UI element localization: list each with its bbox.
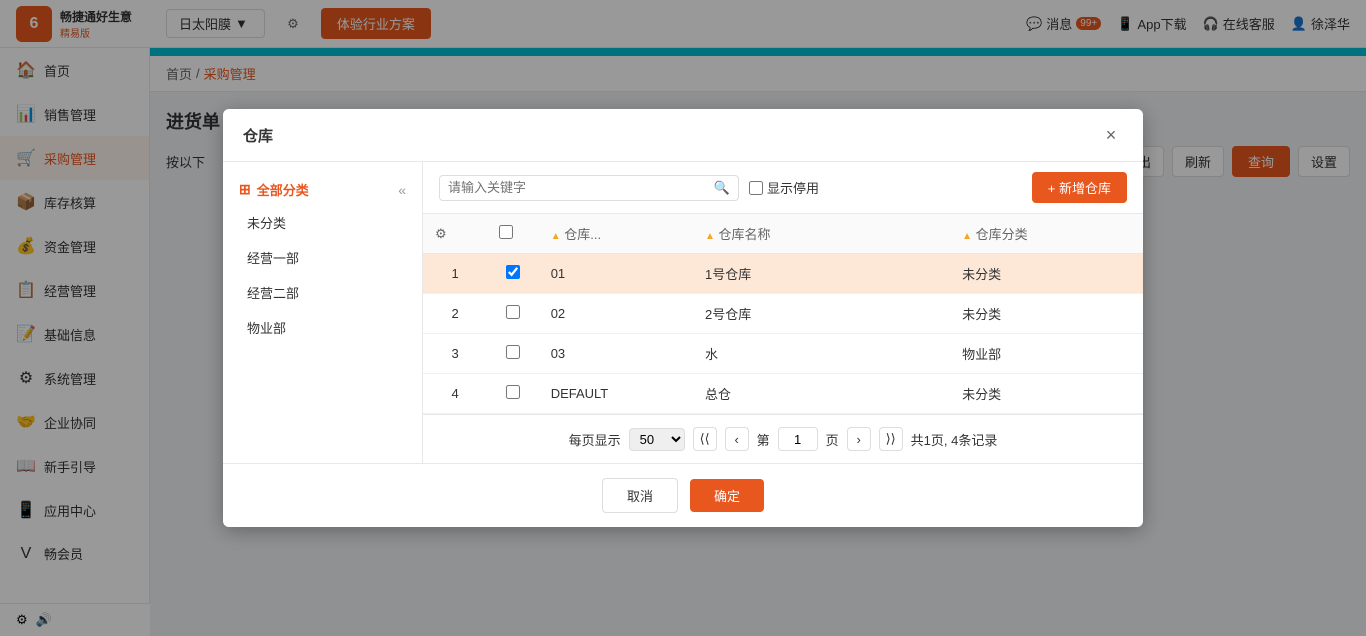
th-name: ▲ 仓库名称 <box>693 214 950 254</box>
dialog-body: ⊞ 全部分类 « 未分类经营一部经营二部物业部 🔍 <box>223 162 1143 463</box>
table-row[interactable]: 2 02 2号仓库 未分类 <box>423 294 1143 334</box>
row-settings: 2 <box>423 294 487 334</box>
row-checkbox[interactable] <box>506 345 520 359</box>
table-body: 1 01 1号仓库 未分类 2 02 2号仓库 未分类 3 03 水 物业部 4 <box>423 254 1143 414</box>
row-check <box>487 254 538 294</box>
row-check <box>487 294 538 334</box>
row-name: 水 <box>693 334 950 374</box>
row-settings: 4 <box>423 374 487 414</box>
table-row[interactable]: 1 01 1号仓库 未分类 <box>423 254 1143 294</box>
row-name: 1号仓库 <box>693 254 950 294</box>
row-check <box>487 374 538 414</box>
warehouse-dialog: 仓库 × ⊞ 全部分类 « 未分类经营一部经营二部物业部 <box>223 109 1143 527</box>
search-input[interactable] <box>448 180 710 195</box>
first-page-btn[interactable]: ⟨⟨ <box>693 427 717 451</box>
table-toolbar: 🔍 显示停用 + 新增仓库 <box>423 162 1143 214</box>
sort-cat-icon: ▲ <box>962 231 972 242</box>
dialog-header: 仓库 × <box>223 109 1143 162</box>
collapse-icon[interactable]: « <box>398 182 406 198</box>
sort-name-icon: ▲ <box>705 231 715 242</box>
page-size-select[interactable]: 50 20 100 <box>629 428 685 451</box>
search-box: 🔍 <box>439 175 739 201</box>
sort-code-icon: ▲ <box>551 231 561 242</box>
grid-icon: ⊞ <box>239 181 251 198</box>
row-settings: 3 <box>423 334 487 374</box>
page-number-input[interactable] <box>778 427 818 451</box>
last-page-btn[interactable]: ⟩⟩ <box>879 427 903 451</box>
row-checkbox[interactable] <box>506 305 520 319</box>
select-all-check[interactable] <box>499 225 513 239</box>
show-disabled-checkbox: 显示停用 <box>749 178 819 197</box>
category-item-物业部[interactable]: 物业部 <box>223 310 422 345</box>
cancel-button[interactable]: 取消 <box>602 478 678 513</box>
category-item-经营二部[interactable]: 经营二部 <box>223 275 422 310</box>
all-categories-btn[interactable]: ⊞ 全部分类 <box>239 180 309 199</box>
dialog-close-button[interactable]: × <box>1099 123 1123 147</box>
th-settings: ⚙ <box>423 214 487 254</box>
table-area: 🔍 显示停用 + 新增仓库 ⚙ <box>423 162 1143 463</box>
row-name: 总仓 <box>693 374 950 414</box>
settings-col-icon: ⚙ <box>435 226 447 241</box>
add-warehouse-button[interactable]: + 新增仓库 <box>1032 172 1127 203</box>
category-item-未分类[interactable]: 未分类 <box>223 205 422 240</box>
th-code: ▲ 仓库... <box>539 214 693 254</box>
prev-page-btn[interactable]: ‹ <box>725 427 749 451</box>
category-header: ⊞ 全部分类 « <box>223 174 422 205</box>
next-page-btn[interactable]: › <box>847 427 871 451</box>
table-row[interactable]: 3 03 水 物业部 <box>423 334 1143 374</box>
modal-overlay: 仓库 × ⊞ 全部分类 « 未分类经营一部经营二部物业部 <box>0 0 1366 636</box>
table-header: ⚙ ▲ 仓库... ▲ <box>423 214 1143 254</box>
dialog-pagination: 每页显示 50 20 100 ⟨⟨ ‹ 第 页 › ⟩⟩ 共1页, 4条记录 <box>423 414 1143 463</box>
table-row[interactable]: 4 DEFAULT 总仓 未分类 <box>423 374 1143 414</box>
row-code: 02 <box>539 294 693 334</box>
category-sidebar: ⊞ 全部分类 « 未分类经营一部经营二部物业部 <box>223 162 423 463</box>
warehouse-table: ⚙ ▲ 仓库... ▲ <box>423 214 1143 414</box>
show-disabled-check[interactable] <box>749 181 763 195</box>
row-category: 物业部 <box>950 334 1143 374</box>
data-table: ⚙ ▲ 仓库... ▲ <box>423 214 1143 414</box>
row-category: 未分类 <box>950 294 1143 334</box>
row-category: 未分类 <box>950 374 1143 414</box>
th-cat: ▲ 仓库分类 <box>950 214 1143 254</box>
row-checkbox[interactable] <box>506 385 520 399</box>
row-code: 01 <box>539 254 693 294</box>
row-check <box>487 334 538 374</box>
category-item-经营一部[interactable]: 经营一部 <box>223 240 422 275</box>
category-items: 未分类经营一部经营二部物业部 <box>223 205 422 345</box>
search-icon: 🔍 <box>714 180 730 196</box>
row-checkbox[interactable] <box>506 265 520 279</box>
row-code: DEFAULT <box>539 374 693 414</box>
row-name: 2号仓库 <box>693 294 950 334</box>
th-check <box>487 214 538 254</box>
dialog-footer: 取消 确定 <box>223 463 1143 527</box>
row-code: 03 <box>539 334 693 374</box>
row-category: 未分类 <box>950 254 1143 294</box>
confirm-button[interactable]: 确定 <box>690 479 764 512</box>
row-settings: 1 <box>423 254 487 294</box>
dialog-title: 仓库 <box>243 125 273 146</box>
